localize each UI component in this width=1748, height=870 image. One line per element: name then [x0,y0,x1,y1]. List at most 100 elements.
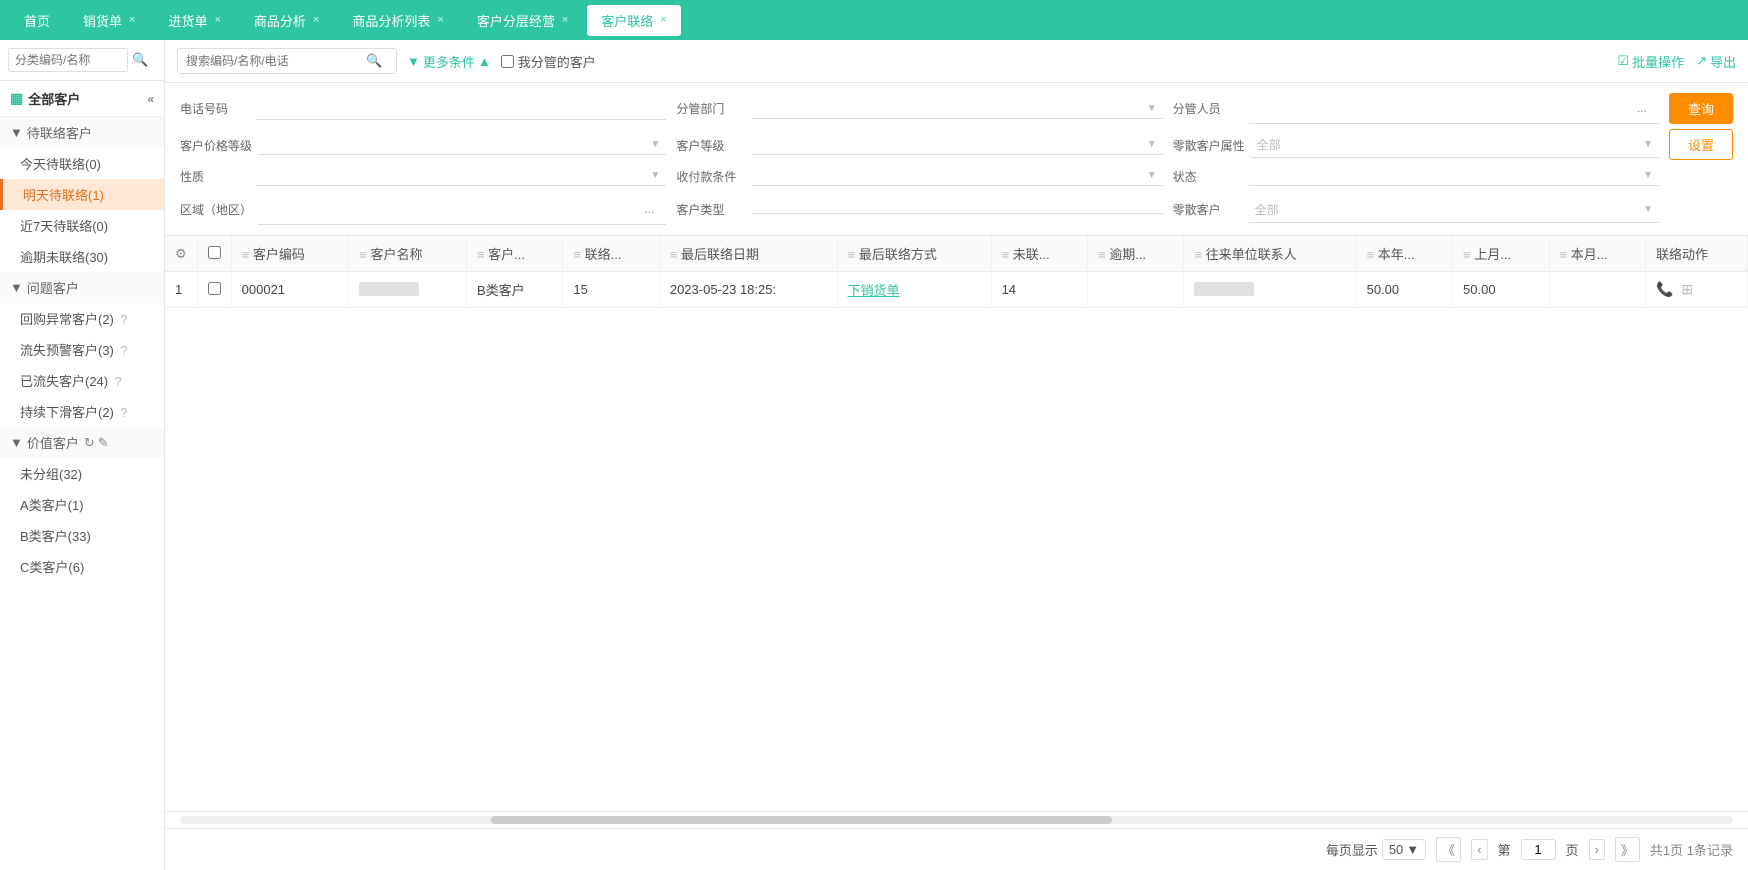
search-box: 🔍 [177,48,397,74]
close-sales-order-icon[interactable]: × [129,14,135,26]
close-customer-contact-icon[interactable]: × [660,14,666,26]
sidebar-overdue-contact[interactable]: 逾期未联络(30) [0,241,164,272]
chevron-down-icon: ▼ [1147,103,1157,114]
payment-select[interactable]: ▼ [752,166,1162,186]
collapse-icon: « [147,92,154,106]
sidebar-repurchase-abnormal[interactable]: 回购异常客户(2) ? [0,303,164,334]
grid-action-icon[interactable]: ⊞ [1681,281,1693,298]
sidebar-today-contact[interactable]: 今天待联络(0) [0,148,164,179]
page-label: 第 [1498,840,1511,859]
chevron-down-icon: ▼ [650,139,660,150]
batch-op-button[interactable]: ☑ 批量操作 [1617,52,1684,71]
retail-attr-select[interactable]: 全部 ▼ [1251,132,1659,158]
th-this-year[interactable]: 本年... [1356,236,1452,272]
customer-table: ⚙ 客户编码 客户名称 客户... 联络... 最后联络日期 最后联络方式 未联… [165,236,1748,308]
phone-action-icon[interactable]: 📞 [1656,281,1673,298]
sidebar-churn-warning[interactable]: 流失预警客户(3) ? [0,334,164,365]
nav-product-analysis[interactable]: 商品分析 × [240,5,333,36]
scrollbar-thumb[interactable] [491,816,1112,824]
next-page-button[interactable]: › [1589,839,1605,860]
manager-select[interactable]: ... [1249,93,1659,124]
nav-home[interactable]: 首页 [10,5,64,36]
sidebar-ungrouped[interactable]: 未分组(32) [0,458,164,489]
retail-attr-label: 零散客户属性 [1173,137,1245,154]
total-records-info: 共1页 1条记录 [1650,840,1733,859]
region-select[interactable]: ... [258,194,666,225]
close-product-analysis-list-icon[interactable]: × [437,14,443,26]
nav-product-analysis-list[interactable]: 商品分析列表 × [338,5,457,36]
sidebar-all-customers[interactable]: ▦ 全部客户 « [0,81,164,117]
close-purchase-order-icon[interactable]: × [214,14,220,26]
th-contact-count[interactable]: 联络... [563,236,659,272]
price-level-label: 客户价格等级 [180,137,252,154]
th-overdue[interactable]: 逾期... [1088,236,1184,272]
th-settings[interactable]: ⚙ [165,236,197,272]
filter-region: 区域（地区） ... [180,194,666,225]
th-customer-name[interactable]: 客户名称 [349,236,467,272]
td-checkbox [197,272,231,308]
sidebar-search-icon[interactable]: 🔍 [132,52,148,68]
nav-customer-contact[interactable]: 客户联络 × [587,5,680,36]
last-page-button[interactable]: 》 [1615,837,1640,862]
region-label: 区域（地区） [180,201,252,218]
th-checkbox [197,236,231,272]
chevron-up-icon: ▲ [478,54,491,69]
first-page-button[interactable]: 《 [1436,837,1461,862]
retail-customer-select[interactable]: 全部 ▼ [1249,197,1659,223]
page-size-box[interactable]: 50 ▼ [1382,839,1426,860]
more-options-btn[interactable]: ... [1631,97,1653,119]
th-last-contact-way[interactable]: 最后联络方式 [837,236,991,272]
sidebar-b-type[interactable]: B类客户(33) [0,520,164,551]
sidebar-tomorrow-contact[interactable]: 明天待联络(1) [0,179,164,210]
th-last-month[interactable]: 上月... [1453,236,1549,272]
th-last-contact-date[interactable]: 最后联络日期 [659,236,837,272]
row-checkbox[interactable] [208,282,221,295]
select-all-checkbox[interactable] [208,246,221,259]
sidebar-declining[interactable]: 持续下滑客户(2) ? [0,396,164,427]
th-uncontact[interactable]: 未联... [991,236,1087,272]
td-actions: 📞 ⊞ [1645,272,1747,308]
question-icon: ? [120,405,127,420]
sidebar-7day-contact[interactable]: 近7天待联络(0) [0,210,164,241]
search-icon[interactable]: 🔍 [366,53,382,69]
nav-sales-order[interactable]: 销货单 × [69,5,149,36]
close-customer-tier-icon[interactable]: × [562,14,568,26]
customer-level-label: 客户等级 [676,137,746,154]
set-button[interactable]: 设置 [1669,129,1733,160]
customer-level-select[interactable]: ▼ [752,135,1162,155]
sidebar-a-type[interactable]: A类客户(1) [0,489,164,520]
region-more-btn[interactable]: ... [638,198,660,220]
query-button[interactable]: 查询 [1669,93,1733,124]
last-way-link[interactable]: 下销货单 [848,283,900,298]
prev-page-button[interactable]: ‹ [1471,839,1487,860]
th-unit-contact[interactable]: 往来单位联系人 [1184,236,1356,272]
nature-select[interactable]: ▼ [256,166,666,186]
page-number-input[interactable] [1521,839,1556,860]
my-customers-checkbox-label[interactable]: 我分管的客户 [501,52,596,71]
my-customers-checkbox[interactable] [501,55,514,68]
th-this-month[interactable]: 本月... [1549,236,1645,272]
th-customer-type[interactable]: 客户... [466,236,562,272]
nav-purchase-order[interactable]: 进货单 × [154,5,234,36]
close-product-analysis-icon[interactable]: × [313,14,319,26]
settings-icon[interactable]: ⚙ [175,246,187,261]
sidebar-c-type[interactable]: C类客户(6) [0,551,164,582]
scrollbar-track [180,816,1733,824]
refresh-icon[interactable]: ↻ [84,435,95,451]
export-button[interactable]: ↗ 导出 [1696,52,1736,71]
status-select[interactable]: ▼ [1249,166,1659,186]
edit-icon[interactable]: ✎ [98,435,109,451]
sidebar-churned[interactable]: 已流失客户(24) ? [0,365,164,396]
th-customer-code[interactable]: 客户编码 [231,236,349,272]
phone-input[interactable] [256,97,666,120]
dept-select[interactable]: ▼ [752,99,1162,119]
price-level-select[interactable]: ▼ [258,135,666,155]
sidebar-search-input[interactable] [8,48,128,72]
filter-manager: 分管人员 ... [1173,93,1659,124]
customer-type-select[interactable] [752,205,1162,214]
filter-more-button[interactable]: ▼ 更多条件 ▲ [407,52,491,71]
action-icons: 📞 ⊞ [1656,281,1737,298]
search-input[interactable] [186,54,366,68]
payment-label: 收付款条件 [676,168,746,185]
nav-customer-tier[interactable]: 客户分层经营 × [463,5,582,36]
